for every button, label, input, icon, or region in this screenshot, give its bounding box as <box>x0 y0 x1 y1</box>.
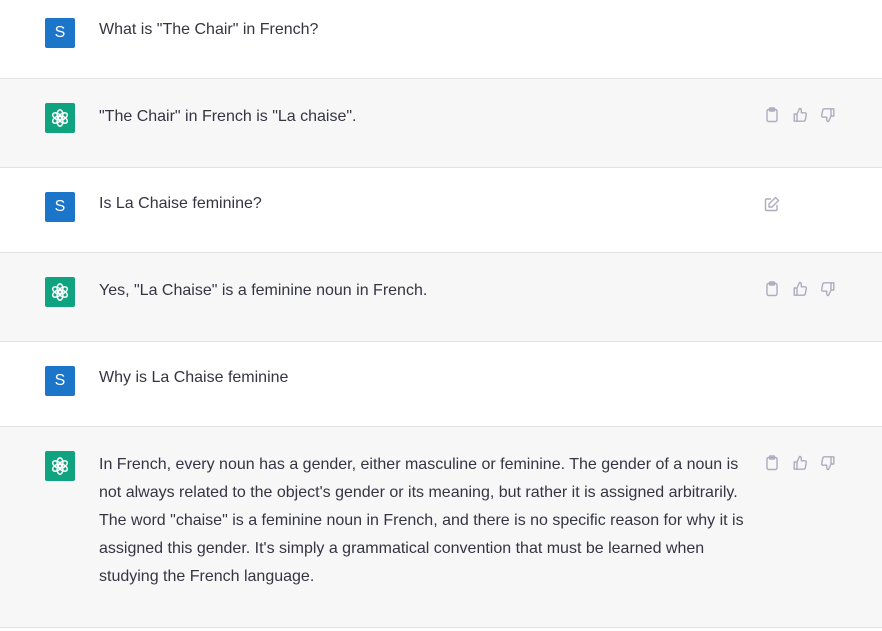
thumbs-down-icon <box>820 456 835 471</box>
thumbs-down-button[interactable] <box>820 281 836 297</box>
user-message-row: S Is La Chaise feminine? <box>0 168 882 252</box>
copy-button[interactable] <box>764 281 780 297</box>
assistant-message-row: In French, every noun has a gender, eith… <box>0 427 882 627</box>
thumbs-up-icon <box>793 107 808 122</box>
clipboard-icon <box>766 455 778 471</box>
message-actions <box>764 196 780 212</box>
thumbs-up-button[interactable] <box>792 455 808 471</box>
thumbs-up-button[interactable] <box>792 107 808 123</box>
user-message-text: Is La Chaise feminine? <box>99 195 262 212</box>
edit-icon <box>764 196 780 212</box>
user-avatar: S <box>45 192 75 222</box>
thumbs-down-icon <box>820 282 835 297</box>
user-avatar-initial: S <box>54 198 66 215</box>
assistant-message-row: Yes, "La Chaise" is a feminine noun in F… <box>0 253 882 341</box>
user-avatar-initial: S <box>54 372 66 389</box>
thumbs-down-icon <box>820 108 835 123</box>
edit-message-button[interactable] <box>764 196 780 212</box>
assistant-avatar <box>45 451 75 481</box>
divider <box>0 627 882 628</box>
message-actions <box>764 281 836 297</box>
thumbs-up-icon <box>793 455 808 470</box>
user-avatar: S <box>45 18 75 48</box>
assistant-avatar <box>45 277 75 307</box>
user-message-text: Why is La Chaise feminine <box>99 369 289 386</box>
user-avatar: S <box>45 366 75 396</box>
thumbs-down-button[interactable] <box>820 455 836 471</box>
message-actions <box>764 455 836 471</box>
assistant-message-text: In French, every noun has a gender, eith… <box>99 456 744 585</box>
assistant-avatar <box>45 103 75 133</box>
assistant-message-row: "The Chair" in French is "La chaise". <box>0 79 882 167</box>
openai-logo-icon <box>51 457 69 475</box>
copy-button[interactable] <box>764 455 780 471</box>
assistant-message-text: "The Chair" in French is "La chaise". <box>99 108 357 125</box>
assistant-message-text: Yes, "La Chaise" is a feminine noun in F… <box>99 282 428 299</box>
thumbs-up-icon <box>793 281 808 296</box>
clipboard-icon <box>766 281 778 297</box>
chat-thread: S What is "The Chair" in French? "The Ch… <box>0 0 882 631</box>
user-message-text: What is "The Chair" in French? <box>99 21 319 38</box>
clipboard-icon <box>766 107 778 123</box>
user-avatar-initial: S <box>54 24 66 41</box>
message-actions <box>764 107 836 123</box>
user-message-row: S Why is La Chaise feminine <box>0 342 882 426</box>
openai-logo-icon <box>51 283 69 301</box>
copy-button[interactable] <box>764 107 780 123</box>
user-message-row: S What is "The Chair" in French? <box>0 0 882 78</box>
thumbs-up-button[interactable] <box>792 281 808 297</box>
thumbs-down-button[interactable] <box>820 107 836 123</box>
openai-logo-icon <box>51 109 69 127</box>
